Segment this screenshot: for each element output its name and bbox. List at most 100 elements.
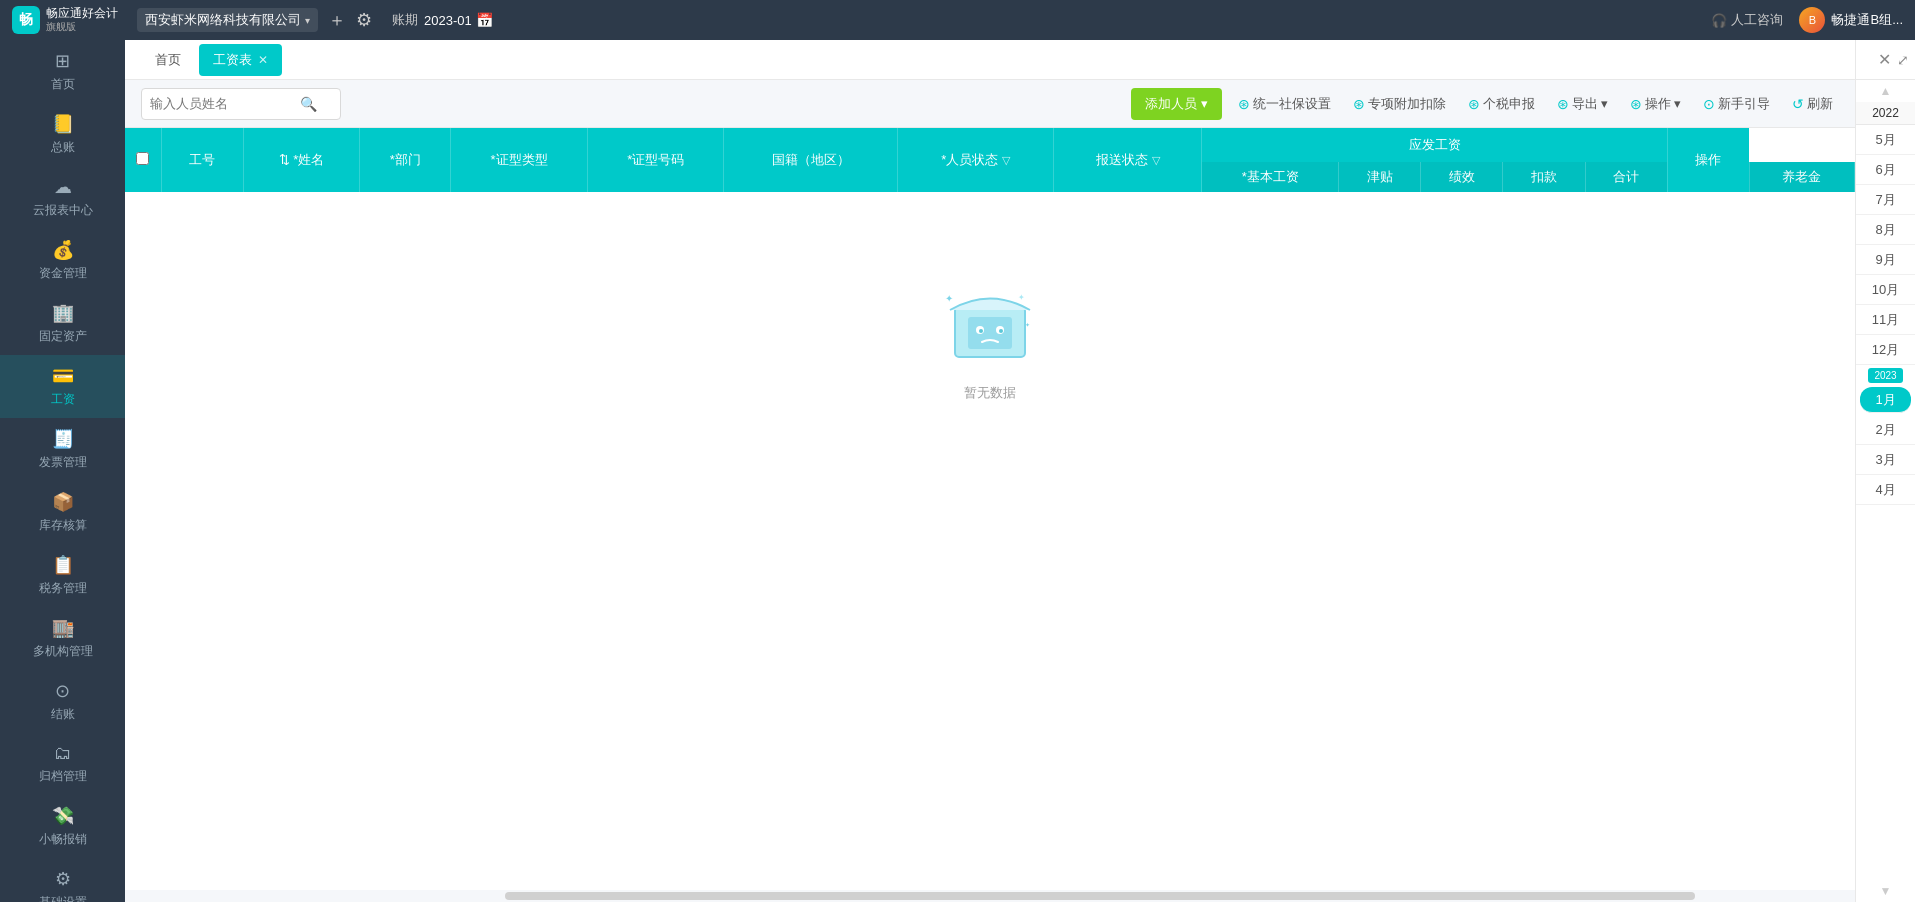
month-2022-8[interactable]: 8月 <box>1856 215 1915 245</box>
svg-point-4 <box>979 329 983 333</box>
sidebar-item-salary[interactable]: 💳 工资 <box>0 355 125 418</box>
tax-icon: 📋 <box>52 554 74 576</box>
status-filter-icon[interactable]: ▽ <box>1002 154 1010 166</box>
sidebar-item-archive[interactable]: 🗂 归档管理 <box>0 733 125 795</box>
add-company-button[interactable]: ＋ <box>328 8 346 32</box>
month-2022-9[interactable]: 9月 <box>1856 245 1915 275</box>
tab-close-icon[interactable]: ✕ <box>258 53 268 67</box>
expense-icon: 💸 <box>52 805 74 827</box>
empty-state: ✦ ✦ ✦ 暂无数据 <box>125 192 1855 482</box>
sidebar-item-cloud[interactable]: ☁ 云报表中心 <box>0 166 125 229</box>
svg-text:✦: ✦ <box>1018 293 1025 302</box>
main-layout: ⊞ 首页 📒 总账 ☁ 云报表中心 💰 资金管理 🏢 固定资产 💳 工资 🧾 发… <box>0 40 1915 902</box>
th-total: 合计 <box>1585 162 1667 192</box>
logo-text: 畅应通好会计 <box>46 6 118 20</box>
new-guide-button[interactable]: ⊙ 新手引导 <box>1697 88 1776 120</box>
archive-icon: 🗂 <box>54 743 72 764</box>
scroll-up-button[interactable]: ▲ <box>1856 80 1915 102</box>
sidebar-item-assets[interactable]: 🏢 固定资产 <box>0 292 125 355</box>
th-report-status: 报送状态 ▽ <box>1054 128 1202 192</box>
operation-icon: ⊛ <box>1630 96 1642 112</box>
content-area: 首页 工资表 ✕ 🔍 添加人员 ▾ ⊛ 统一社保设置 ⊛ <box>125 40 1855 902</box>
th-id-type: *证型类型 <box>451 128 588 192</box>
support-button[interactable]: 🎧 人工咨询 <box>1711 11 1783 29</box>
refresh-button[interactable]: ↺ 刷新 <box>1786 88 1839 120</box>
header-actions: ＋ ⚙ <box>328 8 372 32</box>
th-name: ⇅ *姓名 <box>243 128 360 192</box>
settings-button[interactable]: ⚙ <box>356 9 372 31</box>
tab-salary-label: 工资表 <box>213 51 252 69</box>
sidebar-item-label: 首页 <box>51 76 75 93</box>
bottom-scrollbar[interactable] <box>505 892 1695 900</box>
year-2023-section: 2023 <box>1856 365 1915 385</box>
month-2022-12[interactable]: 12月 <box>1856 335 1915 365</box>
sidebar-item-close[interactable]: ⊙ 结账 <box>0 670 125 733</box>
bottom-scrollbar-container <box>125 890 1855 902</box>
sidebar-item-funds[interactable]: 💰 资金管理 <box>0 229 125 292</box>
logo-icon: 畅 <box>12 6 40 34</box>
year-2022-label: 2022 <box>1856 102 1915 125</box>
company-selector[interactable]: 西安虾米网络科技有限公司 ▾ <box>137 8 318 32</box>
special-deduction-button[interactable]: ⊛ 专项附加扣除 <box>1347 88 1452 120</box>
sidebar-item-ledger[interactable]: 📒 总账 <box>0 103 125 166</box>
th-allowance: 津贴 <box>1338 162 1420 192</box>
sidebar-item-label: 归档管理 <box>39 768 87 785</box>
th-performance: 绩效 <box>1421 162 1503 192</box>
tab-bar: 首页 工资表 ✕ <box>125 40 1855 80</box>
select-all-checkbox[interactable] <box>136 152 149 165</box>
tax-report-button[interactable]: ⊛ 个税申报 <box>1462 88 1541 120</box>
month-2023-2[interactable]: 2月 <box>1856 415 1915 445</box>
sidebar-item-home[interactable]: ⊞ 首页 <box>0 40 125 103</box>
month-2022-10[interactable]: 10月 <box>1856 275 1915 305</box>
funds-icon: 💰 <box>52 239 74 261</box>
search-wrap: 🔍 <box>141 88 341 120</box>
sidebar-item-invoice[interactable]: 🧾 发票管理 <box>0 418 125 481</box>
sidebar-item-label: 云报表中心 <box>33 202 93 219</box>
ledger-icon: 📒 <box>52 113 74 135</box>
table-wrapper: 工号 ⇅ *姓名 *部门 *证型类型 *证型号码 国籍（地区） *人员状态 ▽ … <box>125 128 1855 890</box>
user-avatar: B <box>1799 7 1825 33</box>
social-label: 统一社保设置 <box>1253 95 1331 113</box>
right-panel-close-icon[interactable]: ✕ <box>1878 50 1891 69</box>
right-panel-expand-icon[interactable]: ⤢ <box>1897 52 1909 68</box>
export-button[interactable]: ⊛ 导出 ▾ <box>1551 88 1614 120</box>
salary-icon: 💳 <box>52 365 74 387</box>
assets-icon: 🏢 <box>52 302 74 324</box>
export-label: 导出 <box>1572 95 1598 113</box>
social-icon: ⊛ <box>1238 96 1250 112</box>
sidebar-item-label: 基础设置 <box>39 894 87 902</box>
add-person-label: 添加人员 <box>1145 95 1197 113</box>
calendar-icon[interactable]: 📅 <box>476 12 493 28</box>
select-all-header[interactable] <box>125 128 161 192</box>
sidebar-item-inventory[interactable]: 📦 库存核算 <box>0 481 125 544</box>
report-filter-icon[interactable]: ▽ <box>1152 154 1160 166</box>
month-2023-4[interactable]: 4月 <box>1856 475 1915 505</box>
add-person-arrow: ▾ <box>1201 96 1208 111</box>
guide-toolbar-label: 新手引导 <box>1718 95 1770 113</box>
empty-text: 暂无数据 <box>964 384 1016 402</box>
salary-table: 工号 ⇅ *姓名 *部门 *证型类型 *证型号码 国籍（地区） *人员状态 ▽ … <box>125 128 1855 192</box>
user-name: 畅捷通B组... <box>1831 11 1903 29</box>
tab-salary-table[interactable]: 工资表 ✕ <box>199 44 282 76</box>
year-2023-badge: 2023 <box>1868 368 1902 383</box>
svg-point-5 <box>999 329 1003 333</box>
sidebar-item-settings[interactable]: ⚙ 基础设置 <box>0 858 125 902</box>
month-2022-6[interactable]: 6月 <box>1856 155 1915 185</box>
month-2022-5[interactable]: 5月 <box>1856 125 1915 155</box>
operation-button[interactable]: ⊛ 操作 ▾ <box>1624 88 1687 120</box>
sidebar-item-multi[interactable]: 🏬 多机构管理 <box>0 607 125 670</box>
month-2023-3[interactable]: 3月 <box>1856 445 1915 475</box>
add-person-button[interactable]: 添加人员 ▾ <box>1131 88 1222 120</box>
tab-home[interactable]: 首页 <box>141 44 195 76</box>
search-input[interactable] <box>150 96 300 111</box>
sidebar-item-tax[interactable]: 📋 税务管理 <box>0 544 125 607</box>
export-icon: ⊛ <box>1557 96 1569 112</box>
sidebar-item-expense[interactable]: 💸 小畅报销 <box>0 795 125 858</box>
month-2022-11[interactable]: 11月 <box>1856 305 1915 335</box>
user-area[interactable]: B 畅捷通B组... <box>1799 7 1903 33</box>
company-dropdown-icon: ▾ <box>305 15 310 26</box>
month-2022-7[interactable]: 7月 <box>1856 185 1915 215</box>
social-insurance-button[interactable]: ⊛ 统一社保设置 <box>1232 88 1337 120</box>
scroll-down-button[interactable]: ▼ <box>1856 880 1915 902</box>
month-2023-1[interactable]: 1月 <box>1860 387 1911 413</box>
